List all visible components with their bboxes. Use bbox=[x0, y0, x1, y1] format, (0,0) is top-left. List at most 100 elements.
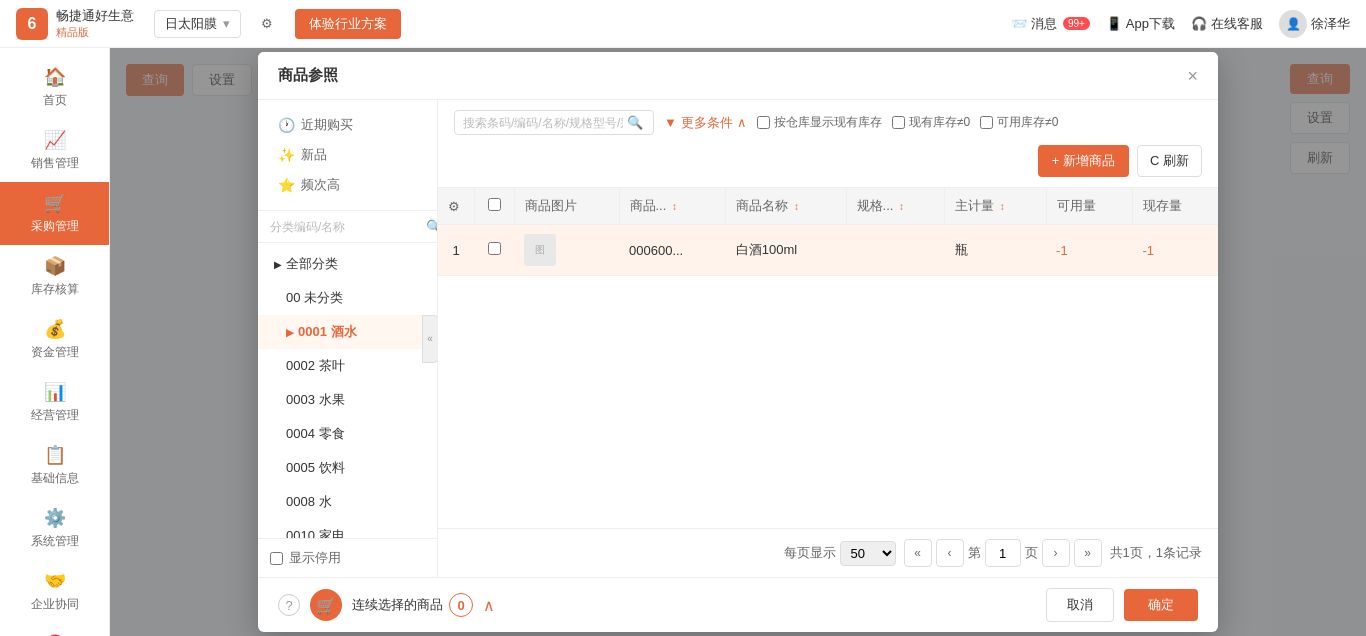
app-icon: 📱 bbox=[1106, 16, 1122, 31]
system-icon: ⚙️ bbox=[44, 507, 66, 529]
page-input[interactable] bbox=[985, 539, 1021, 567]
check-warehouse-input[interactable] bbox=[757, 116, 770, 129]
refresh-modal-button[interactable]: C 刷新 bbox=[1137, 145, 1202, 177]
first-page-button[interactable]: « bbox=[904, 539, 932, 567]
continuous-select-label: 连续选择的商品 bbox=[352, 596, 443, 614]
prev-page-button[interactable]: ‹ bbox=[936, 539, 964, 567]
settings-icon[interactable]: ⚙ bbox=[251, 8, 283, 40]
th-name[interactable]: 商品名称 ↕ bbox=[726, 188, 846, 225]
sidebar-item-purchase[interactable]: 🛒 采购管理 bbox=[0, 182, 109, 245]
purchase-icon: 🛒 bbox=[44, 192, 66, 214]
quick-tab-freq[interactable]: ⭐ 频次高 bbox=[270, 170, 425, 200]
check-warehouse-label[interactable]: 按仓库显示现有库存 bbox=[757, 114, 882, 131]
add-product-button[interactable]: + 新增商品 bbox=[1038, 145, 1129, 177]
th-spec[interactable]: 规格... ↕ bbox=[846, 188, 944, 225]
clock-icon: 🕐 bbox=[278, 117, 295, 133]
product-modal: 商品参照 × 🕐 近期购买 ✨ bbox=[258, 52, 1218, 632]
app-download-nav[interactable]: 📱 App下载 bbox=[1106, 15, 1175, 33]
sidebar-item-ops[interactable]: 📊 经营管理 bbox=[0, 371, 109, 434]
row-checkbox[interactable] bbox=[488, 242, 501, 255]
cancel-button[interactable]: 取消 bbox=[1046, 588, 1114, 622]
row-stock-cell: -1 bbox=[1132, 225, 1218, 276]
sidebar-label-ops: 经营管理 bbox=[31, 407, 79, 424]
next-page-button[interactable]: › bbox=[1042, 539, 1070, 567]
table-row[interactable]: 1 图 000 bbox=[438, 225, 1218, 276]
last-page-button[interactable]: » bbox=[1074, 539, 1102, 567]
cat-item-0004[interactable]: 0004 零食 bbox=[258, 417, 437, 451]
row-available-cell: -1 bbox=[1046, 225, 1132, 276]
cat-label-0010: 0010 家电 bbox=[286, 527, 345, 538]
show-stopped-label[interactable]: 显示停用 bbox=[289, 549, 341, 567]
home-icon: 🏠 bbox=[44, 66, 66, 88]
sidebar-item-collab[interactable]: 🤝 企业协同 bbox=[0, 560, 109, 623]
product-search-input[interactable] bbox=[463, 116, 623, 130]
chevron-up-icon: ∧ bbox=[737, 115, 747, 130]
finance-icon: 💰 bbox=[44, 318, 66, 340]
sidebar-item-finance[interactable]: 💰 资金管理 bbox=[0, 308, 109, 371]
check-stock-nonzero-label[interactable]: 现有库存≠0 bbox=[892, 114, 970, 131]
quick-tab-freq-label: 频次高 bbox=[301, 176, 340, 194]
messages-nav[interactable]: 📨 消息 99+ bbox=[1011, 15, 1090, 33]
check-usable-nonzero-label[interactable]: 可用库存≠0 bbox=[980, 114, 1058, 131]
cat-item-0005[interactable]: 0005 饮料 bbox=[258, 451, 437, 485]
per-page-select: 每页显示 50 100 200 bbox=[784, 541, 896, 566]
cat-item-all[interactable]: ▶ 全部分类 bbox=[258, 247, 437, 281]
gear-table-icon: ⚙ bbox=[448, 199, 460, 214]
help-icon[interactable]: ? bbox=[278, 594, 300, 616]
store-selector[interactable]: 日太阳膜 ▾ bbox=[154, 10, 241, 38]
th-unit[interactable]: 主计量 ↕ bbox=[945, 188, 1047, 225]
th-checkbox bbox=[474, 188, 514, 225]
online-service-nav[interactable]: 🎧 在线客服 bbox=[1191, 15, 1263, 33]
modal-close-button[interactable]: × bbox=[1187, 67, 1198, 85]
cat-item-0001[interactable]: ▶ 0001 酒水 bbox=[258, 315, 437, 349]
per-page-dropdown[interactable]: 50 100 200 bbox=[840, 541, 896, 566]
store-name: 日太阳膜 bbox=[165, 15, 217, 33]
collapse-footer-icon[interactable]: ∧ bbox=[483, 596, 495, 615]
row-name-cell: 白酒100ml bbox=[726, 225, 846, 276]
search-icon[interactable]: 🔍 bbox=[627, 115, 643, 130]
th-image: 商品图片 bbox=[514, 188, 619, 225]
sidebar-item-system[interactable]: ⚙️ 系统管理 bbox=[0, 497, 109, 560]
trial-button[interactable]: 体验行业方案 bbox=[295, 9, 401, 39]
user-nav[interactable]: 👤 徐泽华 bbox=[1279, 10, 1350, 38]
sidebar-item-sales[interactable]: 📈 销售管理 bbox=[0, 119, 109, 182]
cat-item-0008[interactable]: 0008 水 bbox=[258, 485, 437, 519]
sidebar-item-stock[interactable]: 📦 库存核算 bbox=[0, 245, 109, 308]
row-code-cell: 000600... bbox=[619, 225, 726, 276]
product-thumbnail: 图 bbox=[524, 234, 556, 266]
double-left-icon: « bbox=[427, 333, 433, 344]
cat-item-0010[interactable]: 0010 家电 bbox=[258, 519, 437, 538]
cat-item-0002[interactable]: 0002 茶叶 bbox=[258, 349, 437, 383]
cat-label-all: 全部分类 bbox=[286, 255, 338, 273]
username-label: 徐泽华 bbox=[1311, 15, 1350, 33]
cat-label-0003: 0003 水果 bbox=[286, 391, 345, 409]
modal-header: 商品参照 × bbox=[258, 52, 1218, 100]
show-stopped-checkbox[interactable] bbox=[270, 552, 283, 565]
cat-item-00[interactable]: 00 未分类 bbox=[258, 281, 437, 315]
category-search-icon[interactable]: 🔍 bbox=[426, 219, 438, 234]
cart-icon[interactable]: 🛒 bbox=[310, 589, 342, 621]
collapse-panel-button[interactable]: « bbox=[422, 315, 438, 363]
message-badge: 99+ bbox=[1063, 17, 1090, 30]
th-stock: 现存量 bbox=[1132, 188, 1218, 225]
quick-tab-recent[interactable]: 🕐 近期购买 bbox=[270, 110, 425, 140]
category-search-input[interactable] bbox=[270, 220, 420, 234]
star-icon: ⭐ bbox=[278, 177, 295, 193]
sort-spec-icon: ↕ bbox=[899, 201, 904, 212]
cat-label-00: 00 未分类 bbox=[286, 289, 343, 307]
sidebar-item-guide[interactable]: 🎯 新手引导 bbox=[0, 623, 109, 636]
select-count-badge: 0 bbox=[449, 593, 473, 617]
logo-line1: 畅捷通好生意 bbox=[56, 8, 134, 25]
sidebar-label-collab: 企业协同 bbox=[31, 596, 79, 613]
check-stock-nonzero-input[interactable] bbox=[892, 116, 905, 129]
quick-tab-new[interactable]: ✨ 新品 bbox=[270, 140, 425, 170]
check-usable-nonzero-input[interactable] bbox=[980, 116, 993, 129]
sidebar-item-home[interactable]: 🏠 首页 bbox=[0, 56, 109, 119]
th-code[interactable]: 商品... ↕ bbox=[619, 188, 726, 225]
confirm-button[interactable]: 确定 bbox=[1124, 589, 1198, 621]
cat-arrow-all: ▶ bbox=[274, 259, 282, 270]
select-all-checkbox[interactable] bbox=[488, 198, 501, 211]
more-filters-button[interactable]: ▼ 更多条件 ∧ bbox=[664, 114, 747, 132]
cat-item-0003[interactable]: 0003 水果 bbox=[258, 383, 437, 417]
sidebar-item-base[interactable]: 📋 基础信息 bbox=[0, 434, 109, 497]
